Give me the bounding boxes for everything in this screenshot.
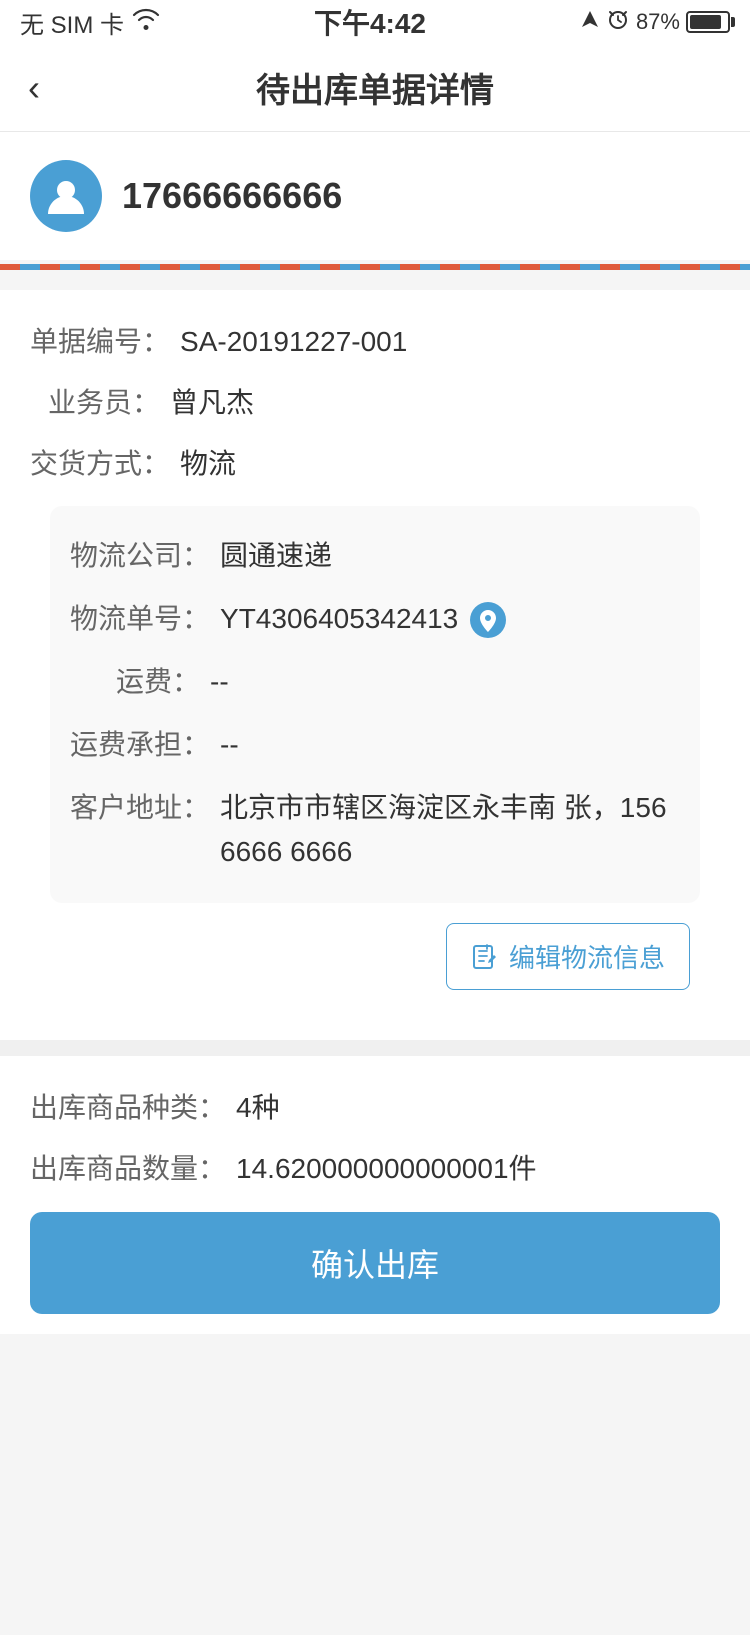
time-label: 下午4:42 bbox=[314, 2, 426, 42]
tracking-value: YT43064053424​13 bbox=[220, 597, 680, 642]
delivery-row: 交货方式： 物流 bbox=[30, 442, 720, 487]
address-value: 北京市市辖区海淀区永丰南 张，156 6666 6666 bbox=[220, 786, 680, 876]
document-number-row: 单据编号： SA-20191227-001 bbox=[30, 320, 720, 365]
carrier-label: 无 SIM 卡 bbox=[20, 5, 124, 40]
goods-quantity-row: 出库商品数量： 14.620000000000001件 bbox=[30, 1147, 720, 1192]
address-label: 客户地址： bbox=[70, 786, 220, 831]
salesperson-label: 业务员： bbox=[30, 381, 170, 426]
address-row: 客户地址： 北京市市辖区海淀区永丰南 张，156 6666 6666 bbox=[70, 786, 680, 876]
goods-type-row: 出库商品种类： 4种 bbox=[30, 1086, 720, 1131]
tracking-label: 物流单号： bbox=[70, 597, 220, 642]
battery-icon bbox=[686, 11, 730, 33]
bottom-bar: 确认出库 bbox=[0, 1196, 750, 1334]
user-header: 17666666666 bbox=[0, 132, 750, 260]
goods-quantity-value: 14.620000000000001件 bbox=[236, 1147, 720, 1192]
document-number-value: SA-20191227-001 bbox=[180, 320, 720, 365]
confirm-outbound-button[interactable]: 确认出库 bbox=[30, 1212, 720, 1314]
goods-quantity-label: 出库商品数量： bbox=[30, 1147, 236, 1192]
goods-section: 出库商品种类： 4种 出库商品数量： 14.620000000000001件 bbox=[0, 1056, 750, 1202]
user-phone: 17666666666 bbox=[122, 175, 342, 217]
freight-value: -- bbox=[210, 660, 680, 705]
freight-bear-value: -- bbox=[220, 723, 680, 768]
dashed-separator bbox=[0, 264, 750, 270]
freight-row: 运费： -- bbox=[70, 660, 680, 705]
delivery-value: 物流 bbox=[180, 442, 720, 487]
salesperson-value: 曾凡杰 bbox=[170, 381, 720, 426]
delivery-label: 交货方式： bbox=[30, 442, 180, 487]
wifi-icon bbox=[132, 8, 160, 37]
document-info-section: 单据编号： SA-20191227-001 业务员： 曾凡杰 交货方式： 物流 … bbox=[0, 290, 750, 1040]
document-number-label: 单据编号： bbox=[30, 320, 180, 365]
logistics-card: 物流公司： 圆通速递 物流单号： YT43064053424​13 运费： bbox=[50, 506, 700, 903]
status-bar: 无 SIM 卡 下午4:42 87% bbox=[0, 0, 750, 44]
alarm-icon bbox=[606, 7, 630, 37]
empty-space bbox=[0, 1315, 750, 1515]
location-arrow-icon bbox=[580, 9, 600, 35]
freight-bear-label: 运费承担： bbox=[70, 723, 220, 768]
freight-label: 运费： bbox=[70, 660, 210, 705]
main-content: 17666666666 单据编号： SA-20191227-001 业务员： 曾… bbox=[0, 132, 750, 1635]
back-button[interactable]: ‹ bbox=[28, 67, 40, 109]
status-left: 无 SIM 卡 bbox=[20, 5, 160, 40]
edit-logistics-button[interactable]: 编辑物流信息 bbox=[446, 923, 690, 990]
freight-bear-row: 运费承担： -- bbox=[70, 723, 680, 768]
page-title: 待出库单据详情 bbox=[256, 63, 494, 112]
edit-logistics-label: 编辑物流信息 bbox=[509, 938, 665, 975]
section-divider bbox=[0, 1040, 750, 1056]
logistics-company-label: 物流公司： bbox=[70, 534, 220, 579]
goods-type-label: 出库商品种类： bbox=[30, 1086, 236, 1131]
status-right: 87% bbox=[580, 7, 730, 37]
map-location-icon[interactable] bbox=[470, 602, 506, 638]
nav-bar: ‹ 待出库单据详情 bbox=[0, 44, 750, 132]
edit-icon bbox=[471, 943, 499, 971]
battery-percent: 87% bbox=[636, 9, 680, 35]
edit-logistics-area: 编辑物流信息 bbox=[30, 903, 720, 1010]
logistics-company-value: 圆通速递 bbox=[220, 534, 680, 579]
avatar bbox=[30, 160, 102, 232]
salesperson-row: 业务员： 曾凡杰 bbox=[30, 381, 720, 426]
tracking-row: 物流单号： YT43064053424​13 bbox=[70, 597, 680, 642]
goods-type-value: 4种 bbox=[236, 1086, 720, 1131]
logistics-company-row: 物流公司： 圆通速递 bbox=[70, 534, 680, 579]
